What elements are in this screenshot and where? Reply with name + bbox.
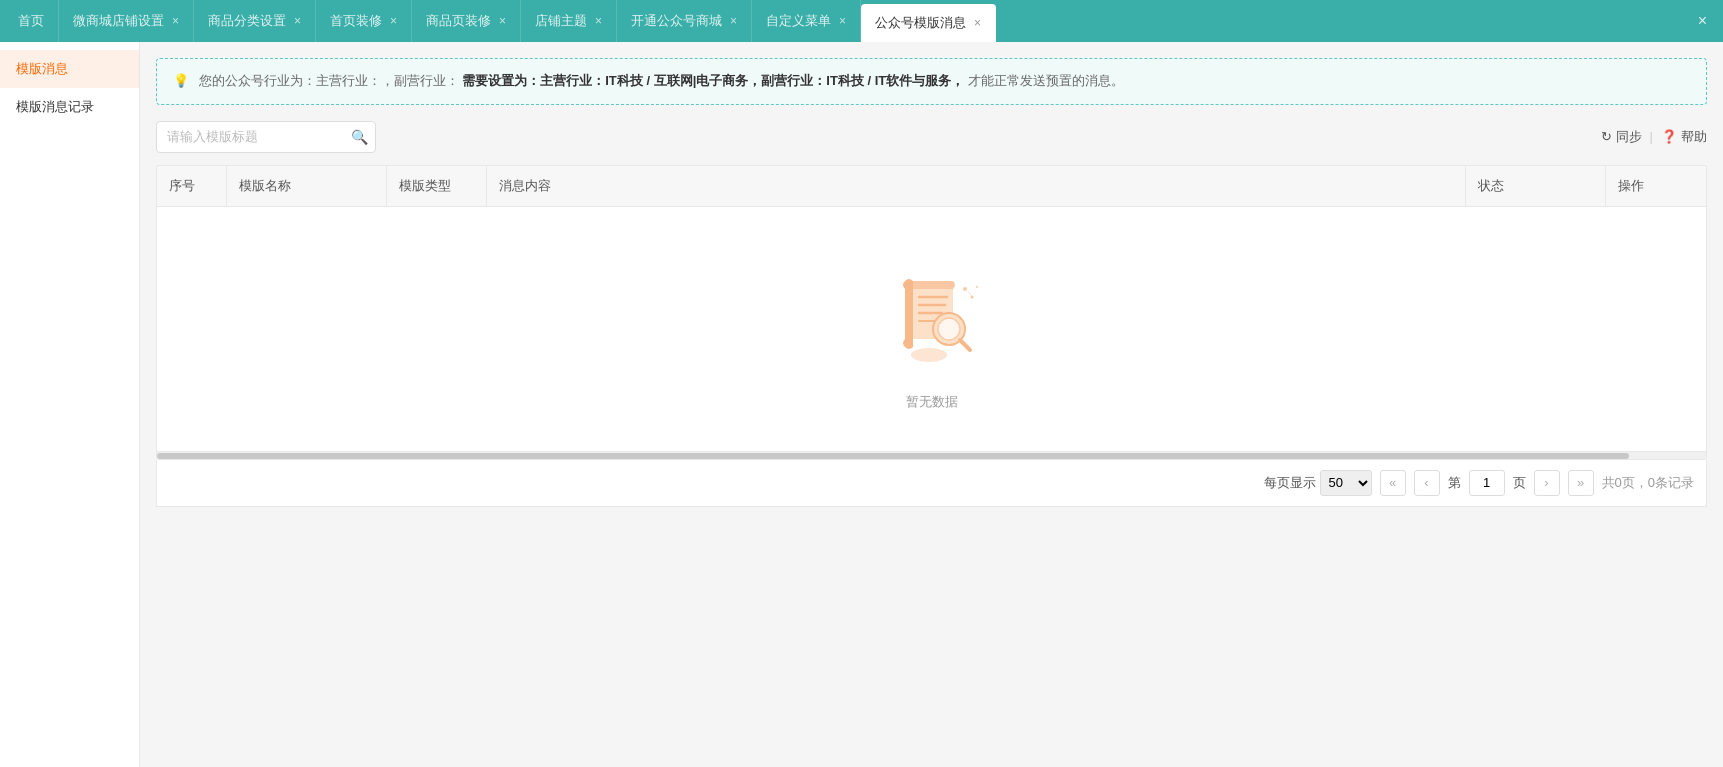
notice-icon: 💡 [173,73,189,88]
current-page-input[interactable] [1469,470,1505,496]
col-name: 模版名称 [227,166,387,206]
prev-page-button[interactable]: ‹ [1414,470,1440,496]
page-prefix-label: 第 [1448,474,1461,492]
col-status: 状态 [1466,166,1606,206]
help-icon: ❓ [1661,129,1677,144]
close-all-button[interactable]: × [1686,12,1719,30]
tab-product-category[interactable]: 商品分类设置× [194,0,316,42]
tab-template-msg[interactable]: 公众号模版消息× [861,4,996,42]
svg-point-6 [938,318,960,340]
page-suffix-label: 页 [1513,474,1526,492]
col-type: 模版类型 [387,166,487,206]
svg-point-8 [963,287,967,291]
empty-state: 暂无数据 [157,207,1706,451]
toolbar-right: ↻ 同步 | ❓ 帮助 [1601,128,1707,146]
sidebar: 模版消息模版消息记录 [0,42,140,767]
sidebar-item-template-record[interactable]: 模版消息记录 [0,88,139,126]
total-info: 共0页，0条记录 [1602,474,1694,492]
tab-home-decoration[interactable]: 首页装修× [316,0,412,42]
content-area: 💡 您的公众号行业为：主营行业：，副营行业： 需要设置为：主营行业：IT科技 /… [140,42,1723,767]
search-bar: 🔍 ↻ 同步 | ❓ 帮助 [156,121,1707,153]
col-content: 消息内容 [487,166,1466,206]
sync-button[interactable]: ↻ 同步 [1601,128,1642,146]
notice-box: 💡 您的公众号行业为：主营行业：，副营行业： 需要设置为：主营行业：IT科技 /… [156,58,1707,105]
col-action: 操作 [1606,166,1706,206]
tab-custom-menu[interactable]: 自定义菜单× [752,0,861,42]
help-label: 帮助 [1681,128,1707,146]
svg-point-10 [976,286,978,288]
help-button[interactable]: ❓ 帮助 [1661,128,1707,146]
empty-text: 暂无数据 [906,393,958,411]
tab-bar: 首页微商城店铺设置×商品分类设置×首页装修×商品页装修×店铺主题×开通公众号商城… [0,0,1723,42]
tab-close-store-theme[interactable]: × [595,15,602,27]
tab-close-home-decoration[interactable]: × [390,15,397,27]
tab-close-product-category[interactable]: × [294,15,301,27]
last-page-button[interactable]: » [1568,470,1594,496]
tab-store-theme[interactable]: 店铺主题× [521,0,617,42]
tab-home[interactable]: 首页 [4,0,59,42]
tab-close-template-msg[interactable]: × [974,17,981,29]
tab-close-product-decoration[interactable]: × [499,15,506,27]
pagination: 每页显示 50 10 20 100 « ‹ 第 页 › » 共0页，0条记录 [156,460,1707,507]
table-wrapper: 序号 模版名称 模版类型 消息内容 状态 操作 [156,165,1707,460]
svg-point-0 [911,348,947,362]
page-size-label: 每页显示 [1264,474,1316,492]
page-size-select[interactable]: 50 10 20 100 [1320,470,1372,496]
tab-close-open-mall[interactable]: × [730,15,737,27]
notice-suffix: 才能正常发送预置的消息。 [968,73,1124,88]
toolbar-divider: | [1650,129,1653,144]
tab-shop-settings[interactable]: 微商城店铺设置× [59,0,194,42]
tab-close-custom-menu[interactable]: × [839,15,846,27]
sync-label: 同步 [1616,128,1642,146]
first-page-button[interactable]: « [1380,470,1406,496]
search-input[interactable] [156,121,376,153]
search-button[interactable]: 🔍 [351,129,368,145]
search-wrapper: 🔍 [156,121,376,153]
scroll-thumb[interactable] [157,453,1629,459]
svg-line-7 [960,340,970,350]
empty-icon [877,267,987,377]
col-index: 序号 [157,166,227,206]
notice-prefix: 您的公众号行业为：主营行业：，副营行业： [199,73,459,88]
tab-open-mall[interactable]: 开通公众号商城× [617,0,752,42]
sync-icon: ↻ [1601,129,1612,144]
page-size-selector: 每页显示 50 10 20 100 [1264,470,1372,496]
next-page-button[interactable]: › [1534,470,1560,496]
tab-close-shop-settings[interactable]: × [172,15,179,27]
tab-product-decoration[interactable]: 商品页装修× [412,0,521,42]
sidebar-item-template-message[interactable]: 模版消息 [0,50,139,88]
horizontal-scrollbar[interactable] [157,451,1706,459]
notice-highlight: 需要设置为：主营行业：IT科技 / 互联网|电子商务，副营行业：IT科技 / I… [462,73,964,88]
main-layout: 模版消息模版消息记录 💡 您的公众号行业为：主营行业：，副营行业： 需要设置为：… [0,42,1723,767]
table-header: 序号 模版名称 模版类型 消息内容 状态 操作 [157,166,1706,207]
